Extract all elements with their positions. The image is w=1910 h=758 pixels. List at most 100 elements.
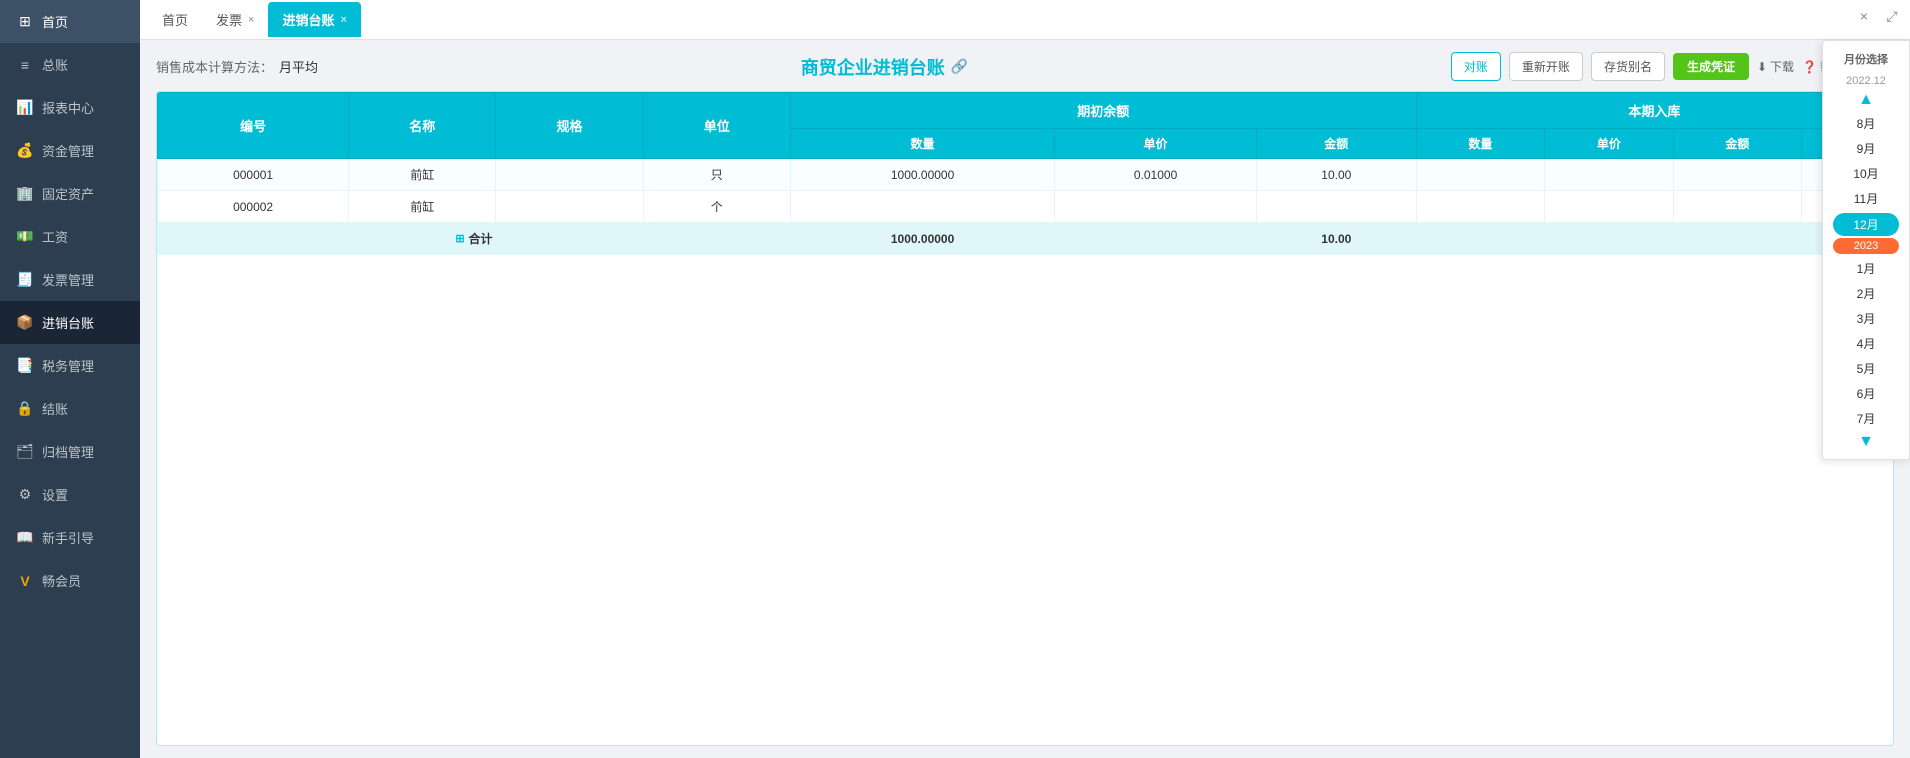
cost-method: 销售成本计算方法： 月平均 [156,57,318,76]
row1-unit: 只 [643,159,790,191]
month-6[interactable]: 6月 [1823,381,1909,406]
total-in-amount [1673,223,1801,255]
total-opening-qty: 1000.00000 [790,223,1054,255]
row2-in-qty [1416,191,1544,223]
row2-name: 前缸 [349,191,496,223]
sidebar-item-label: 首页 [42,12,68,31]
sidebar-item-funds[interactable]: 💰 资金管理 [0,129,140,172]
month-1[interactable]: 1月 [1823,256,1909,281]
month-4[interactable]: 4月 [1823,331,1909,356]
tab-invoice-close[interactable]: × [248,14,254,26]
sidebar-item-label: 固定资产 [42,184,94,203]
month-nav-down[interactable]: ▼ [1823,431,1909,453]
sidebar-item-label: 归档管理 [42,442,94,461]
month-10[interactable]: 10月 [1823,161,1909,186]
row2-spec [496,191,643,223]
in-price-header: 单价 [1545,129,1673,159]
settings-icon: ⚙ [16,486,34,503]
row1-id: 000001 [158,159,349,191]
reconcile-button[interactable]: 对账 [1451,52,1501,81]
download-icon: ⬇ [1757,60,1767,74]
sidebar-item-general-ledger[interactable]: ≡ 总账 [0,43,140,86]
sidebar-item-invoice-mgmt[interactable]: 🧾 发票管理 [0,258,140,301]
month-nav-up[interactable]: ▲ [1823,89,1909,111]
sidebar-item-label: 工资 [42,227,68,246]
col-unit-header: 单位 [643,93,790,159]
in-qty-header: 数量 [1416,129,1544,159]
total-icon: ⊞ [455,232,464,245]
tab-home[interactable]: 首页 [148,2,202,37]
col-id-header: 编号 [158,93,349,159]
row2-opening-qty [790,191,1054,223]
tab-bar: 首页 发票 × 进销台账 × × ⤢ [140,0,1910,40]
sidebar-item-tax[interactable]: 📑 税务管理 [0,344,140,387]
reopen-button[interactable]: 重新开账 [1509,52,1583,81]
row1-in-price [1545,159,1673,191]
col-spec-header: 规格 [496,93,643,159]
in-amount-header: 金额 [1673,129,1801,159]
sidebar-item-label: 新手引导 [42,528,94,547]
row2-unit: 个 [643,191,790,223]
sidebar-item-label: 报表中心 [42,98,94,117]
total-opening-price [1055,223,1257,255]
tab-invoice[interactable]: 发票 × [202,2,268,37]
sidebar-item-label: 结账 [42,399,68,418]
month-8[interactable]: 8月 [1823,111,1909,136]
row1-in-qty [1416,159,1544,191]
opening-price-header: 单价 [1055,129,1257,159]
title-info-icon[interactable]: 🔗 [951,58,968,75]
month-12[interactable]: 12月 [1833,213,1899,236]
sidebar-item-label: 发票管理 [42,270,94,289]
help-icon: ❓ [1802,60,1817,74]
sidebar-item-label: 设置 [42,485,68,504]
sidebar-item-archive[interactable]: 🗂 归档管理 [0,430,140,473]
invoice-icon: 🧾 [16,271,34,288]
close-window-button[interactable]: × [1854,6,1874,26]
sidebar-item-close[interactable]: 🔒 结账 [0,387,140,430]
sidebar-item-guide[interactable]: 📖 新手引导 [0,516,140,559]
sidebar-item-home[interactable]: ⊞ 首页 [0,0,140,43]
month-2[interactable]: 2月 [1823,281,1909,306]
cost-method-value: 月平均 [279,57,318,76]
month-7[interactable]: 7月 [1823,406,1909,431]
row2-in-amount [1673,191,1801,223]
sidebar-item-payroll[interactable]: 💵 工资 [0,215,140,258]
download-link[interactable]: ⬇ 下载 [1757,58,1794,75]
row1-opening-price: 0.01000 [1055,159,1257,191]
table-row[interactable]: 000001 前缸 只 1000.00000 0.01000 10.00 [158,159,1893,191]
archive-icon: 🗂 [16,443,34,460]
save-name-button[interactable]: 存货别名 [1591,52,1665,81]
total-opening-amount: 10.00 [1256,223,1416,255]
sidebar-item-inventory[interactable]: 📦 进销台账 [0,301,140,344]
month-11[interactable]: 11月 [1823,186,1909,211]
sidebar: ⊞ 首页 ≡ 总账 📊 报表中心 💰 资金管理 🏢 固定资产 💵 工资 🧾 发票… [0,0,140,758]
month-5[interactable]: 5月 [1823,356,1909,381]
row2-in-price [1545,191,1673,223]
payroll-icon: 💵 [16,228,34,245]
table-row[interactable]: 000002 前缸 个 [158,191,1893,223]
home-icon: ⊞ [16,13,34,30]
sidebar-item-reports[interactable]: 📊 报表中心 [0,86,140,129]
row2-id: 000002 [158,191,349,223]
row2-opening-amount [1256,191,1416,223]
month-3[interactable]: 3月 [1823,306,1909,331]
year-2023-badge: 2023 [1833,238,1899,254]
month-9[interactable]: 9月 [1823,136,1909,161]
tab-home-label: 首页 [162,10,188,29]
month-selector-panel: 月份选择 2022.12 ▲ 8月 9月 10月 11月 12月 2023 1月… [1822,40,1910,460]
generate-voucher-button[interactable]: 生成凭证 [1673,53,1749,80]
title-row: 销售成本计算方法： 月平均 商贸企业进销台账 🔗 对账 重新开账 存货别名 生成… [156,52,1894,81]
row2-opening-price [1055,191,1257,223]
maximize-window-button[interactable]: ⤢ [1882,6,1902,26]
month-panel-year-2022: 2022.12 [1823,73,1909,89]
vip-icon: V [16,573,34,589]
sidebar-item-label: 税务管理 [42,356,94,375]
sidebar-item-label: 畅会员 [42,571,81,590]
tab-inventory[interactable]: 进销台账 × [268,2,360,37]
inventory-icon: 📦 [16,314,34,331]
sidebar-item-settings[interactable]: ⚙ 设置 [0,473,140,516]
window-controls: × ⤢ [1854,6,1902,26]
tab-inventory-close[interactable]: × [340,14,346,26]
sidebar-item-fixed-assets[interactable]: 🏢 固定资产 [0,172,140,215]
sidebar-item-vip[interactable]: V 畅会员 [0,559,140,602]
